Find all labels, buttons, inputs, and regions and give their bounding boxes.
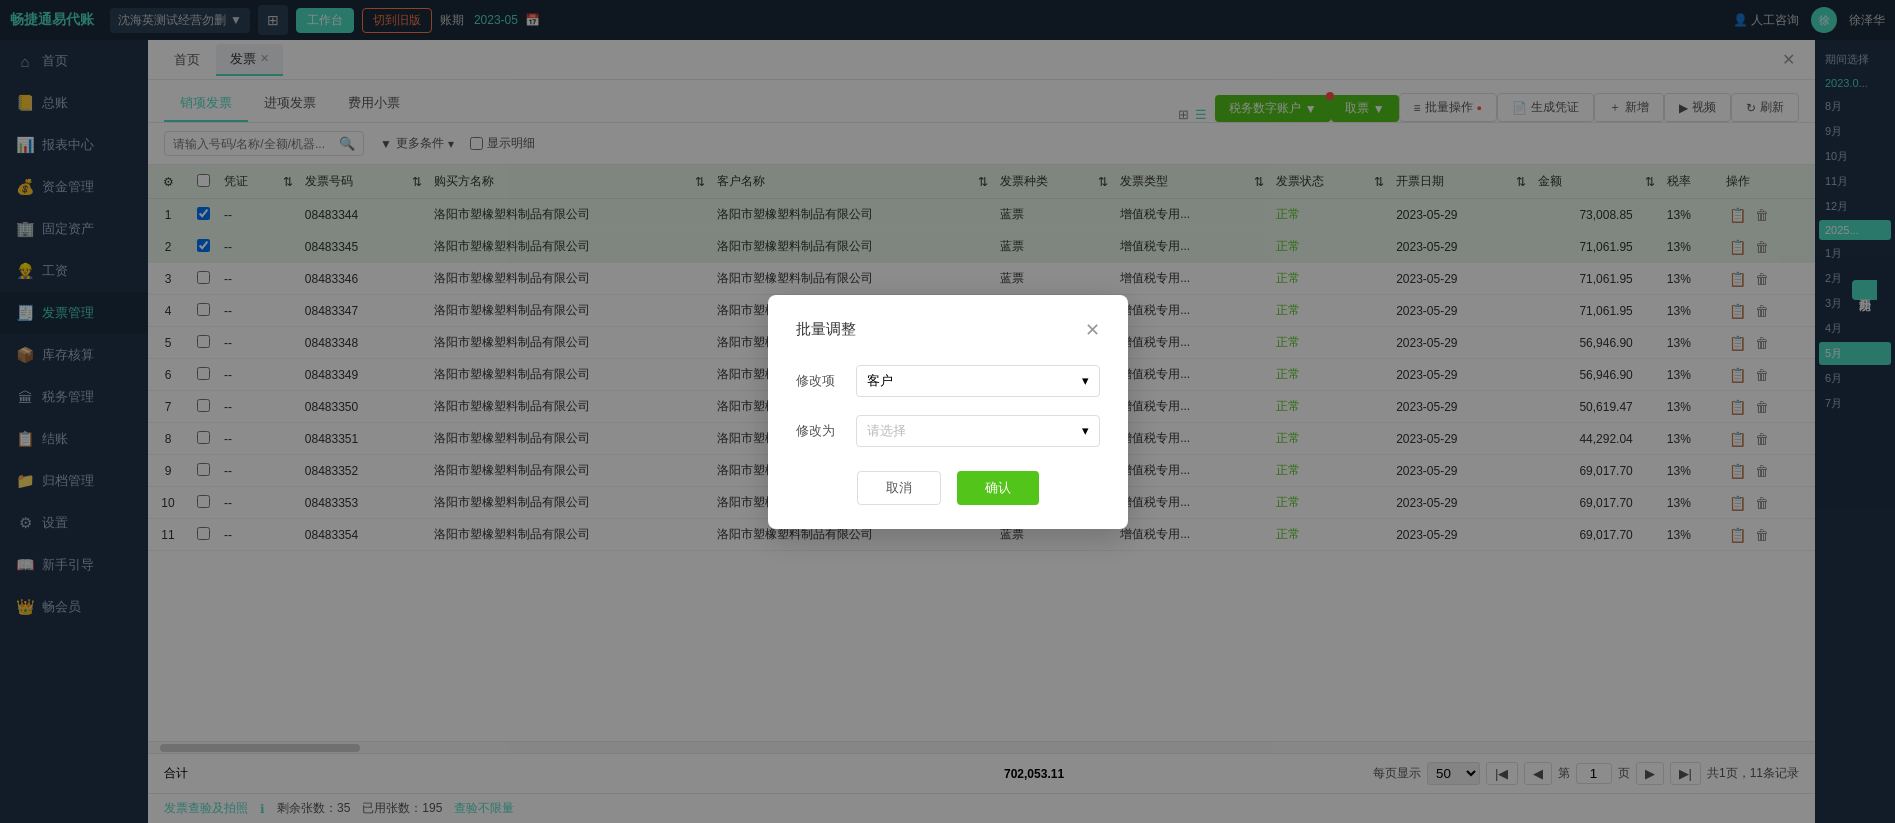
modal-header: 批量调整 ✕ [796,319,1100,341]
modal-title: 批量调整 [796,320,856,339]
modal-modify-to-row: 修改为 请选择 ▾ [796,415,1100,447]
modify-to-select[interactable]: 请选择 ▾ [856,415,1100,447]
modify-to-label: 修改为 [796,422,856,440]
modify-to-placeholder: 请选择 [867,422,906,440]
modal-close-btn[interactable]: ✕ [1085,319,1100,341]
modify-field-label: 修改项 [796,372,856,390]
modal-modify-field-row: 修改项 客户 ▾ [796,365,1100,397]
batch-adjust-modal: 批量调整 ✕ 修改项 客户 ▾ 修改为 请选择 ▾ 取消 确认 [768,295,1128,529]
chevron-down-icon-2: ▾ [1082,423,1089,438]
modal-cancel-btn[interactable]: 取消 [857,471,941,505]
modal-confirm-btn[interactable]: 确认 [957,471,1039,505]
modal-overlay: 批量调整 ✕ 修改项 客户 ▾ 修改为 请选择 ▾ 取消 确认 [0,0,1895,823]
modify-field-select[interactable]: 客户 ▾ [856,365,1100,397]
modal-footer: 取消 确认 [796,471,1100,505]
chevron-down-icon: ▾ [1082,373,1089,388]
